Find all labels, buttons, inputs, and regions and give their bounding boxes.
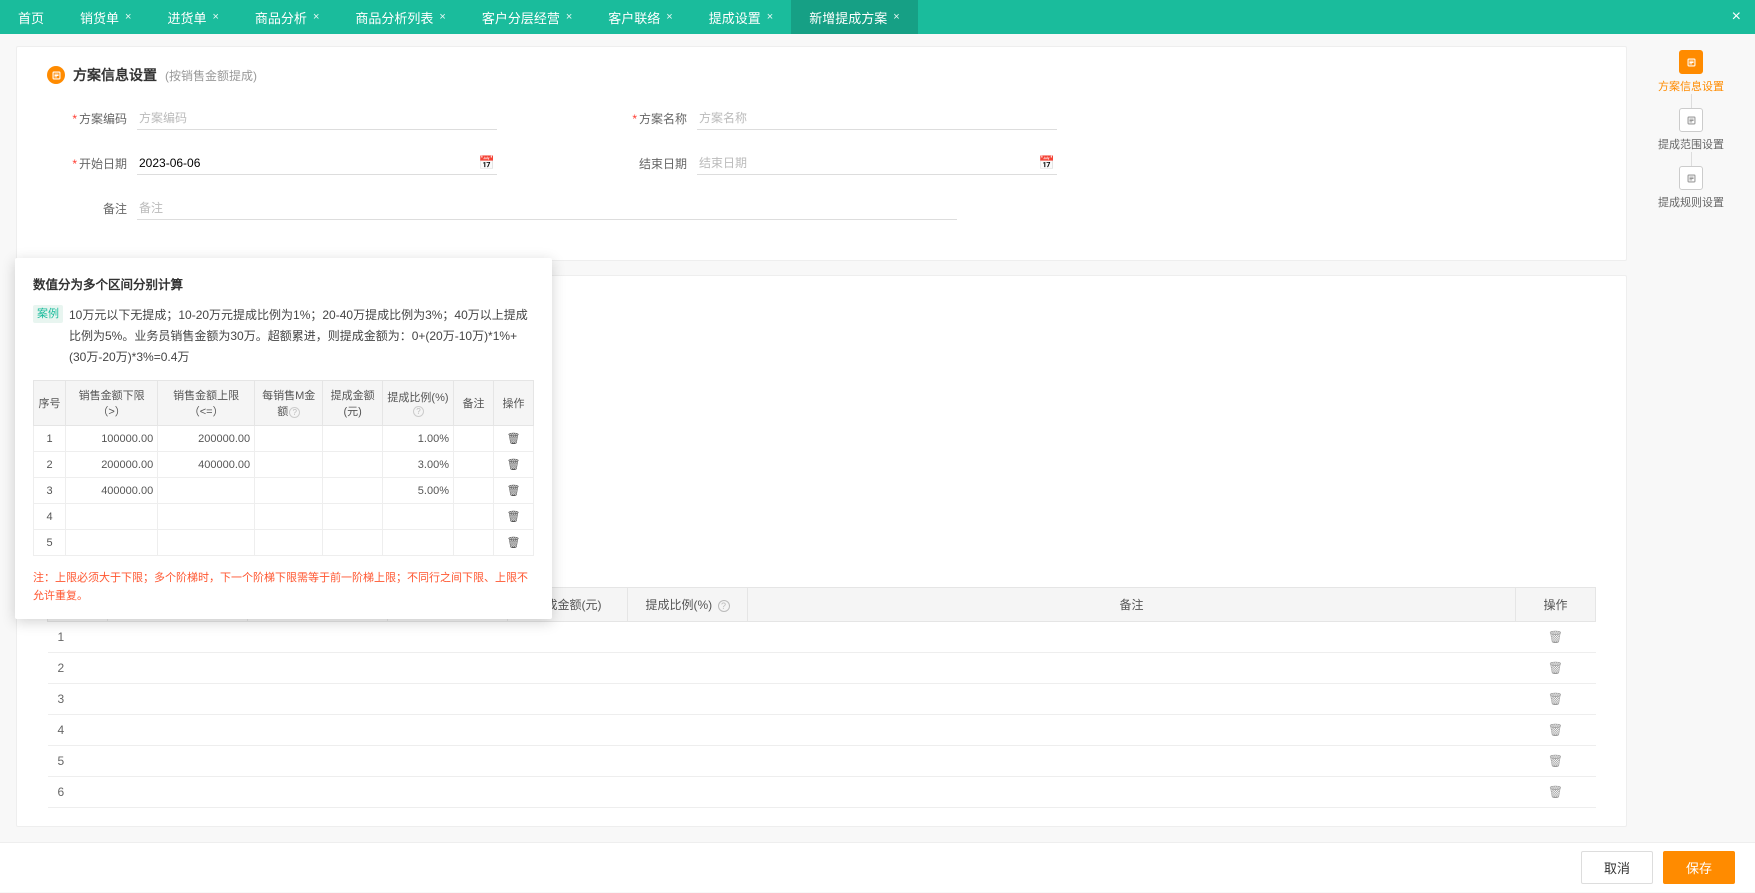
example-row: 3400000.005.00%🗑 (34, 478, 534, 504)
close-icon[interactable]: × (666, 11, 672, 23)
end-date-input[interactable] (697, 152, 1057, 175)
close-icon[interactable]: × (313, 11, 319, 23)
popover-example: 案例 10万元以下无提成；10-20万元提成比例为1%；20-40万提成比例为3… (33, 305, 534, 368)
delete-icon[interactable]: 🗑 (1548, 692, 1563, 706)
close-icon[interactable]: × (212, 11, 218, 23)
example-row: 4🗑 (34, 504, 534, 530)
table-row[interactable]: 3🗑 (48, 684, 1596, 715)
delete-icon[interactable]: 🗑 (507, 537, 521, 549)
close-icon[interactable]: × (566, 11, 572, 23)
anchor-scope-settings[interactable]: 提成范围设置 (1658, 108, 1724, 152)
help-icon: ? (289, 407, 300, 418)
delete-icon[interactable]: 🗑 (1548, 661, 1563, 675)
tab-home[interactable]: 首页 (0, 0, 62, 34)
delete-icon[interactable]: 🗑 (1548, 785, 1563, 799)
table-row[interactable]: 4🗑 (48, 715, 1596, 746)
save-button[interactable]: 保存 (1663, 851, 1735, 884)
commission-tiers-table: 序号 销售金额下限(>) 销售金额上限(≤) 每销售M金额 ? 提成金额(元) … (47, 587, 1596, 808)
delete-icon[interactable]: 🗑 (507, 459, 521, 471)
popover-note: 注：上限必须大于下限；多个阶梯时，下一个阶梯下限需等于前一阶梯上限；不同行之间下… (33, 570, 534, 605)
example-row: 2200000.00400000.003.00%🗑 (34, 452, 534, 478)
tab-product-analysis[interactable]: 商品分析× (237, 0, 337, 34)
table-row[interactable]: 6🗑 (48, 777, 1596, 808)
example-tag: 案例 (33, 305, 63, 323)
col-remark: 备注 (748, 588, 1516, 622)
help-icon[interactable]: ? (718, 600, 730, 612)
tab-commission-settings[interactable]: 提成设置× (691, 0, 791, 34)
field-label-start-date: *开始日期 (47, 155, 127, 172)
anchor-icon (1679, 108, 1703, 132)
example-table: 序号 销售金额下限（>） 销售金额上限（<=） 每销售M金额? 提成金额(元) … (33, 380, 534, 556)
field-label-code: *方案编码 (47, 110, 127, 127)
start-date-input[interactable] (137, 152, 497, 175)
top-tabs-bar: 首页 销货单× 进货单× 商品分析× 商品分析列表× 客户分层经营× 客户联络×… (0, 0, 1755, 34)
delete-icon[interactable]: 🗑 (507, 433, 521, 445)
card-subtitle: (按销售金额提成) (165, 67, 257, 84)
field-label-end-date: 结束日期 (607, 155, 687, 172)
remark-input[interactable] (137, 197, 957, 220)
section-icon (47, 66, 65, 84)
tab-customer-contact[interactable]: 客户联络× (590, 0, 690, 34)
card-header: 方案信息设置 (按销售金额提成) (47, 65, 1596, 85)
popover-title: 数值分为多个区间分别计算 (33, 274, 534, 293)
example-row: 5🗑 (34, 530, 534, 556)
page-footer: 取消 保存 (0, 842, 1755, 892)
delete-icon[interactable]: 🗑 (1548, 754, 1563, 768)
tab-sales-order[interactable]: 销货单× (62, 0, 149, 34)
delete-icon[interactable]: 🗑 (1548, 723, 1563, 737)
anchor-rule-settings[interactable]: 提成规则设置 (1658, 166, 1724, 210)
calc-rule-popover: 数值分为多个区间分别计算 案例 10万元以下无提成；10-20万元提成比例为1%… (15, 258, 552, 619)
right-anchor-nav: 方案信息设置 提成范围设置 提成规则设置 (1643, 46, 1739, 841)
anchor-icon (1679, 166, 1703, 190)
table-row[interactable]: 2🗑 (48, 653, 1596, 684)
anchor-plan-info[interactable]: 方案信息设置 (1658, 50, 1724, 94)
cancel-button[interactable]: 取消 (1581, 851, 1653, 884)
help-icon: ? (413, 406, 424, 417)
tab-new-commission-plan[interactable]: 新增提成方案× (791, 0, 917, 34)
tab-customer-tier[interactable]: 客户分层经营× (464, 0, 590, 34)
delete-icon[interactable]: 🗑 (1548, 630, 1563, 644)
table-row[interactable]: 5🗑 (48, 746, 1596, 777)
table-row[interactable]: 1🗑 (48, 622, 1596, 653)
tab-product-analysis-list[interactable]: 商品分析列表× (337, 0, 463, 34)
plan-name-input[interactable] (697, 107, 1057, 130)
col-op: 操作 (1516, 588, 1596, 622)
example-row: 1100000.00200000.001.00%🗑 (34, 426, 534, 452)
close-icon[interactable]: × (893, 11, 899, 23)
close-icon[interactable]: × (767, 11, 773, 23)
field-label-remark: 备注 (47, 200, 127, 217)
anchor-icon (1679, 50, 1703, 74)
card-title: 方案信息设置 (73, 65, 157, 85)
plan-info-card: 方案信息设置 (按销售金额提成) *方案编码 *方案名称 (16, 46, 1627, 261)
delete-icon[interactable]: 🗑 (507, 511, 521, 523)
delete-icon[interactable]: 🗑 (507, 485, 521, 497)
close-icon[interactable]: × (439, 11, 445, 23)
plan-code-input[interactable] (137, 107, 497, 130)
close-all-tabs-icon[interactable]: × (1718, 0, 1755, 34)
close-icon[interactable]: × (125, 11, 131, 23)
col-ratio: 提成比例(%) ? (628, 588, 748, 622)
field-label-name: *方案名称 (607, 110, 687, 127)
tab-purchase-order[interactable]: 进货单× (149, 0, 236, 34)
